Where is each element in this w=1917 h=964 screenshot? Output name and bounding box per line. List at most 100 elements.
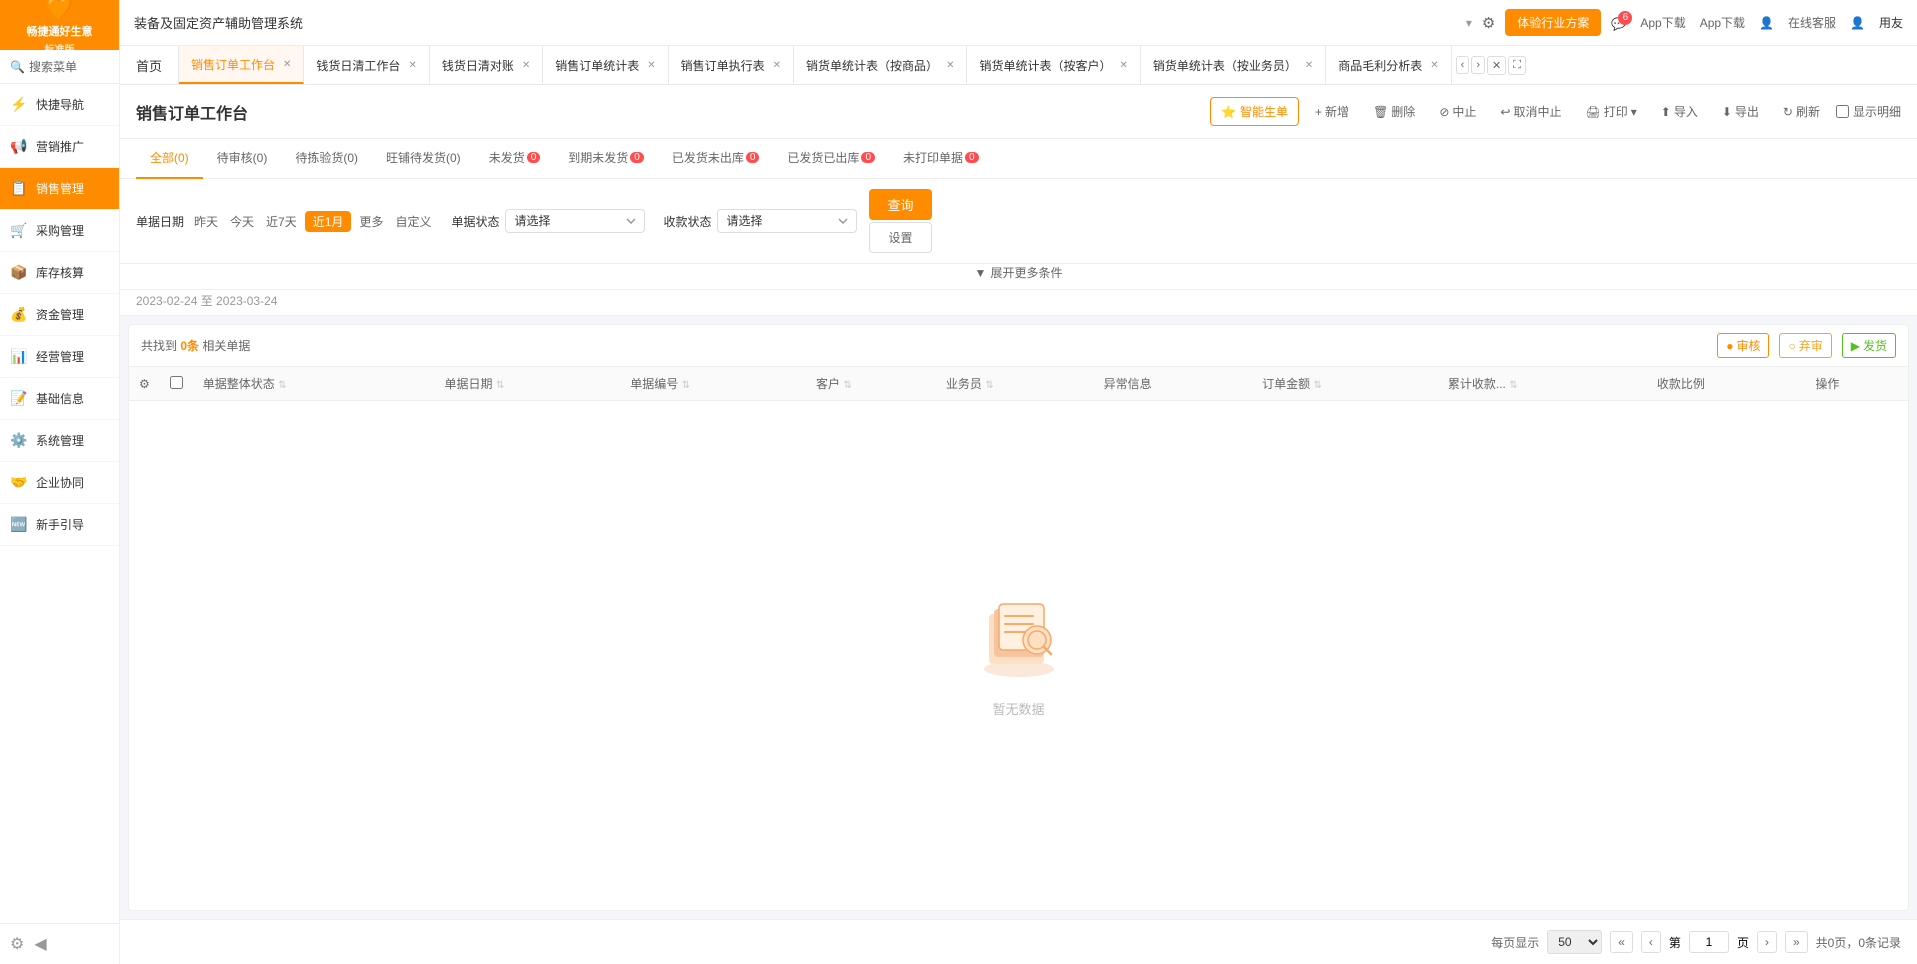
tab-cash-daily[interactable]: 钱货日清工作台 ✕ <box>304 46 429 84</box>
tab-sales-stats-product[interactable]: 销货单统计表（按商品） ✕ <box>794 46 967 84</box>
tab-order-exec[interactable]: 销售订单执行表 ✕ <box>669 46 794 84</box>
page-number-input[interactable] <box>1689 931 1729 953</box>
col-settings[interactable]: ⚙ <box>129 367 160 401</box>
sidebar-item-basicinfo[interactable]: 📝 基础信息 <box>0 378 119 420</box>
print-button[interactable]: 🖨 打印 ▾ <box>1577 99 1644 124</box>
date-btn-custom[interactable]: 自定义 <box>391 211 435 232</box>
add-button[interactable]: + 新增 <box>1307 99 1357 124</box>
filter-payment-select[interactable]: 请选择 <box>717 209 857 233</box>
tab-order-stats[interactable]: 销售订单统计表 ✕ <box>543 46 668 84</box>
sort-date-icon[interactable]: ⇅ <box>496 380 504 391</box>
next-page-button[interactable]: › <box>1757 931 1777 953</box>
tab-home[interactable]: 首页 <box>120 46 179 84</box>
filter-tab-pending-review[interactable]: 待审核(0) <box>203 139 282 179</box>
audit-button[interactable]: ● 审核 <box>1717 333 1769 358</box>
filter-status-select[interactable]: 请选择 <box>505 209 645 233</box>
last-page-button[interactable]: » <box>1785 931 1808 953</box>
export-button[interactable]: ⬇ 导出 <box>1714 99 1767 124</box>
prev-page-button[interactable]: ‹ <box>1641 931 1661 953</box>
filter-tab-shipped-out[interactable]: 已发货已出库 0 <box>773 139 889 179</box>
col-exception: 异常信息 <box>1094 367 1252 401</box>
filter-payment-label: 收款状态 <box>663 213 711 230</box>
sort-accumulated-icon[interactable]: ⇅ <box>1509 380 1517 391</box>
filter-tab-unshipped[interactable]: 未发货 0 <box>475 139 555 179</box>
select-all-checkbox[interactable] <box>170 376 183 389</box>
sort-customer-icon[interactable]: ⇅ <box>843 380 851 391</box>
app-download-text[interactable]: App下载 <box>1700 14 1745 31</box>
tab-close-icon[interactable]: ✕ <box>283 59 291 70</box>
filter-tab-unprinted[interactable]: 未打印单据 0 <box>889 139 993 179</box>
date-btn-more[interactable]: 更多 <box>355 211 387 232</box>
date-btn-yesterday[interactable]: 昨天 <box>190 211 222 232</box>
tab-close-icon[interactable]: ✕ <box>522 60 530 71</box>
show-detail-checkbox-label[interactable]: 显示明细 <box>1836 103 1901 120</box>
import-button[interactable]: ⬆ 导入 <box>1653 99 1706 124</box>
sidebar-item-newguide[interactable]: 🆕 新手引导 <box>0 504 119 546</box>
show-detail-checkbox[interactable] <box>1836 105 1849 118</box>
sort-agent-icon[interactable]: ⇅ <box>985 380 993 391</box>
date-btn-today[interactable]: 今天 <box>226 211 258 232</box>
sidebar-item-operations[interactable]: 📊 经营管理 <box>0 336 119 378</box>
filter-tab-overdue-unshipped[interactable]: 到期未发货 0 <box>554 139 658 179</box>
sidebar-item-enterprise[interactable]: 🤝 企业协同 <box>0 462 119 504</box>
tab-sales-workbench[interactable]: 销售订单工作台 ✕ <box>179 46 304 84</box>
tab-close-icon[interactable]: ✕ <box>408 60 416 71</box>
sidebar-item-quicknav[interactable]: ⚡ 快捷导航 <box>0 84 119 126</box>
tab-scroll-right-btn[interactable]: › <box>1471 56 1485 74</box>
delete-button[interactable]: 🗑 删除 <box>1365 99 1423 124</box>
date-btn-7days[interactable]: 近7天 <box>262 211 301 232</box>
sort-status-icon[interactable]: ⇅ <box>278 380 286 391</box>
sidebar-item-marketing[interactable]: 📢 营销推广 <box>0 126 119 168</box>
sidebar-item-sales[interactable]: 📋 销售管理 <box>0 168 119 210</box>
unprinted-badge: 0 <box>965 152 979 163</box>
sidebar-item-settings[interactable]: ⚙️ 系统管理 <box>0 420 119 462</box>
page-size-select[interactable]: 50 10 20 100 <box>1547 930 1602 954</box>
stop-button[interactable]: ⊘ 中止 <box>1431 99 1484 124</box>
expand-more-button[interactable]: ▼ 展开更多条件 <box>975 264 1063 281</box>
tab-close-icon[interactable]: ✕ <box>1430 60 1438 71</box>
tab-sales-stats-agent[interactable]: 销货单统计表（按业务员） ✕ <box>1141 46 1326 84</box>
industry-solution-button[interactable]: 体验行业方案 <box>1505 9 1601 36</box>
refresh-button[interactable]: ↻ 刷新 <box>1775 99 1828 124</box>
settings-gear-icon[interactable]: ⚙ <box>10 934 24 954</box>
col-checkbox[interactable] <box>160 367 193 401</box>
tab-close-all-btn[interactable]: ✕ <box>1487 56 1506 75</box>
tab-scroll-left-btn[interactable]: ‹ <box>1456 56 1470 74</box>
tab-close-icon[interactable]: ✕ <box>1119 60 1127 71</box>
sales-icon: 📋 <box>10 180 28 197</box>
query-button[interactable]: 查询 <box>869 189 931 220</box>
user-name[interactable]: 用友 <box>1879 14 1903 31</box>
dropdown-arrow-icon[interactable]: ▾ <box>1466 16 1472 30</box>
date-btn-1month[interactable]: 近1月 <box>305 211 352 232</box>
first-page-button[interactable]: « <box>1610 931 1633 953</box>
smart-create-button[interactable]: ⭐ 智能生单 <box>1210 97 1299 126</box>
finance-label: 资金管理 <box>36 306 84 323</box>
tab-reconcile[interactable]: 钱货日清对账 ✕ <box>430 46 543 84</box>
tab-close-icon[interactable]: ✕ <box>946 60 954 71</box>
tab-close-icon[interactable]: ✕ <box>647 60 655 71</box>
setting-button[interactable]: 设置 <box>869 222 931 253</box>
gear-icon[interactable]: ⚙ <box>1482 14 1495 32</box>
tab-sales-stats-customer[interactable]: 销货单统计表（按客户） ✕ <box>967 46 1140 84</box>
tab-fullscreen-btn[interactable]: ⛶ <box>1508 56 1526 75</box>
online-service-link[interactable]: 在线客服 <box>1788 14 1836 31</box>
tab-gross-margin[interactable]: 商品毛利分析表 ✕ <box>1326 46 1451 84</box>
tab-close-icon[interactable]: ✕ <box>773 60 781 71</box>
message-icon-wrapper[interactable]: 💬 6 <box>1611 15 1626 31</box>
sort-amount-icon[interactable]: ⇅ <box>1313 380 1321 391</box>
filter-tab-wangpu-ship[interactable]: 旺铺待发货(0) <box>372 139 475 179</box>
app-download-link[interactable]: App下载 <box>1640 14 1685 31</box>
filter-tab-all[interactable]: 全部(0) <box>136 139 203 179</box>
ship-button[interactable]: ▶ 发货 <box>1842 333 1896 358</box>
tab-close-icon[interactable]: ✕ <box>1305 60 1313 71</box>
sidebar-item-finance[interactable]: 💰 资金管理 <box>0 294 119 336</box>
filter-tab-pending-inspect[interactable]: 待拣验货(0) <box>281 139 372 179</box>
sidebar-item-inventory[interactable]: 📦 库存核算 <box>0 252 119 294</box>
collapse-icon[interactable]: ◀ <box>34 934 46 954</box>
sidebar-item-purchase[interactable]: 🛒 采购管理 <box>0 210 119 252</box>
reject-icon: ○ <box>1788 339 1795 353</box>
cancel-stop-button[interactable]: ↩ 取消中止 <box>1492 99 1569 124</box>
reject-button[interactable]: ○ 弃审 <box>1779 333 1831 358</box>
sort-number-icon[interactable]: ⇅ <box>682 380 690 391</box>
filter-tab-shipped-not-out[interactable]: 已发货未出库 0 <box>658 139 774 179</box>
